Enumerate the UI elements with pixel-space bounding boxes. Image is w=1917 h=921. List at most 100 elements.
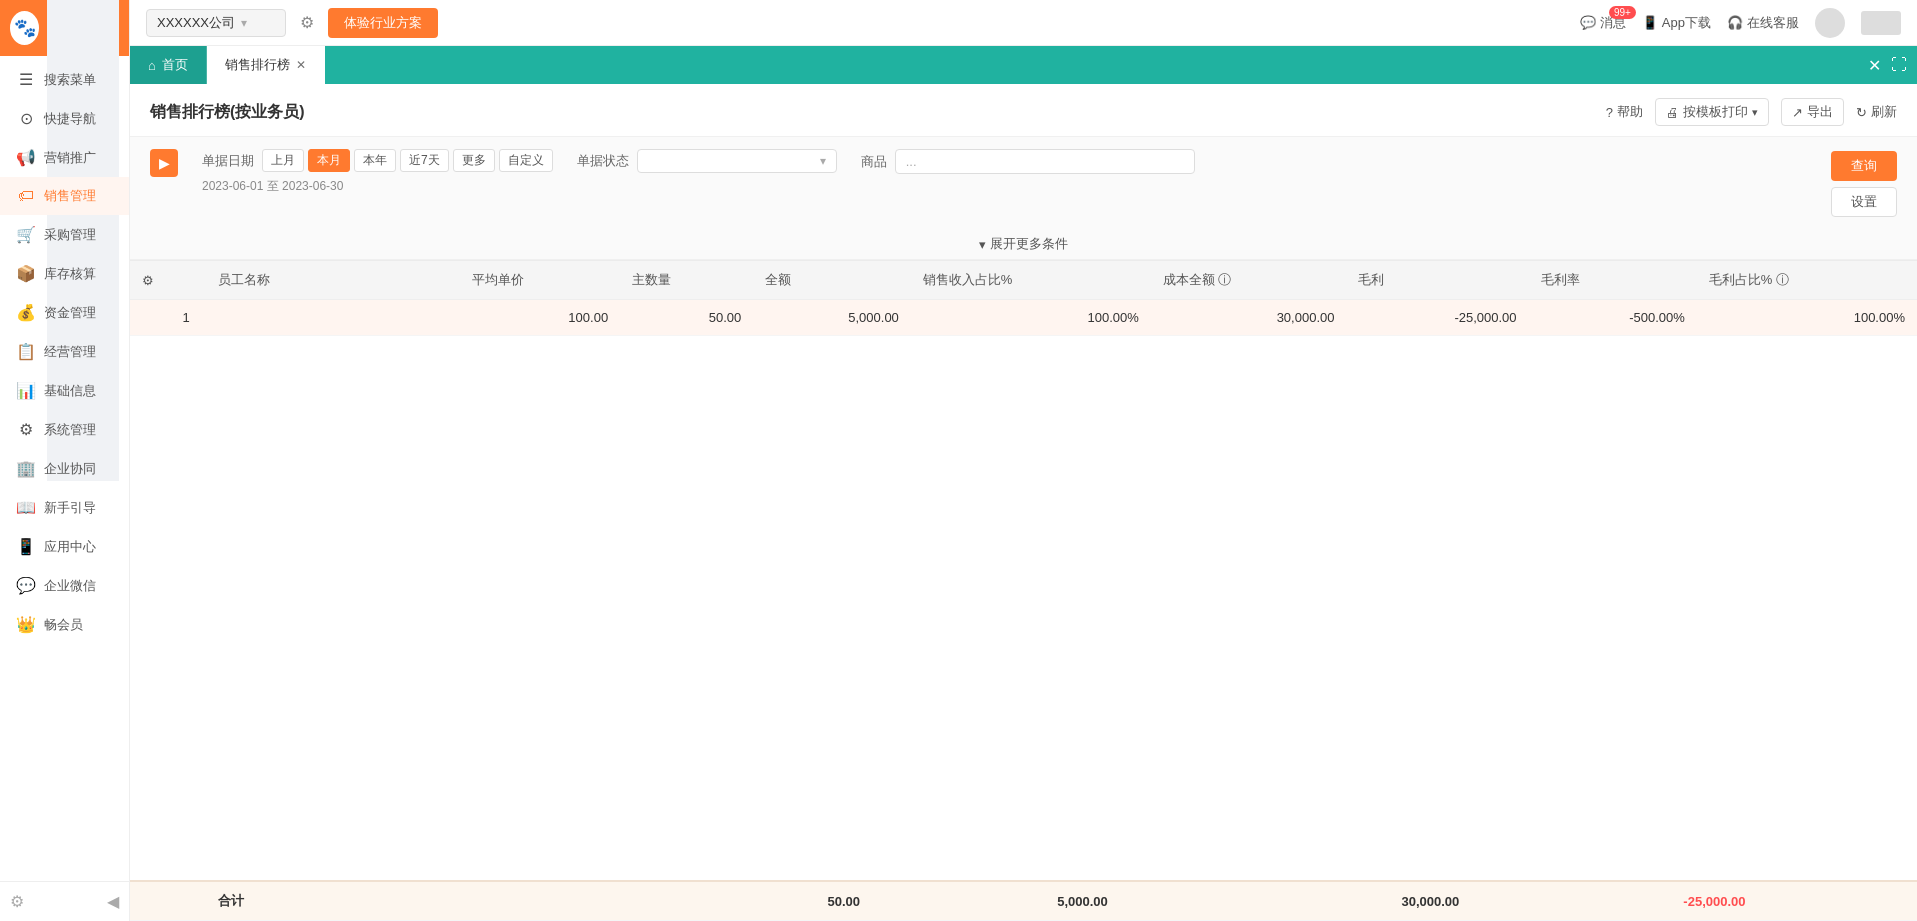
tab-home-label: 首页 [162,56,188,74]
filter-main-row: ▶ 单据日期 上月 本月 本年 近7天 更多 自定义 [130,137,1917,229]
query-button[interactable]: 查询 [1831,151,1897,181]
guide-icon: 📖 [16,498,36,517]
sidebar-item-operations[interactable]: 📋 经营管理 [0,332,129,371]
tab-close-all-icon[interactable]: ✕ [1868,56,1881,75]
cell-cost: 30,000.00 [1151,300,1347,336]
filter-toggle-button[interactable]: ▶ [150,149,178,177]
sidebar-nav: ☰ 搜索菜单 ⊙ 快捷导航 📢 营销推广 🏷 销售管理 🛒 采购管理 📦 库存核… [0,56,129,881]
table-wrapper: ⚙ 员工名称 平均单价 主数量 全额 [130,261,1917,880]
cell-gross-profit: -25,000.00 [1346,300,1528,336]
app-center-icon: 📱 [16,537,36,556]
column-settings-icon[interactable]: ⚙ [142,273,154,288]
online-service-area[interactable]: 🎧 在线客服 [1727,14,1799,32]
page-actions: ? 帮助 🖨 按模板打印 ▾ ↗ 导出 ↻ 刷新 [1606,98,1897,126]
col-header-avg-price: 平均单价 [460,261,621,300]
filter-actions: 查询 设置 [1831,149,1897,217]
goods-input[interactable]: ... [895,149,1195,174]
sidebar-item-finance[interactable]: 💰 资金管理 [0,293,129,332]
date-range-text: 2023-06-01 至 2023-06-30 [202,178,553,195]
sidebar-item-purchase[interactable]: 🛒 采购管理 [0,215,129,254]
marketing-icon: 📢 [16,148,36,167]
home-icon: ⌂ [148,58,156,73]
sidebar-item-quick-nav[interactable]: ⊙ 快捷导航 [0,99,129,138]
refresh-button[interactable]: ↻ 刷新 [1856,103,1897,121]
sidebar-logo: 🐾 畅康通好生意 标准版 [0,0,129,56]
total-amount: 5,000.00 [872,882,1120,921]
cell-gross-pct: 100.00% [1697,300,1917,336]
chevron-down-icon: ▾ [979,237,986,252]
online-service-label: 在线客服 [1747,14,1799,32]
filter-date-inline: 单据日期 上月 本月 本年 近7天 更多 自定义 [202,149,553,172]
col-header-cost: 成本全额 ⓘ [1151,261,1347,300]
page-content: 销售排行榜(按业务员) ? 帮助 🖨 按模板打印 ▾ ↗ 导出 ↻ 刷新 [130,84,1917,921]
export-button[interactable]: ↗ 导出 [1781,98,1844,126]
sidebar-item-label: 营销推广 [44,149,96,167]
sidebar-item-app-center[interactable]: 📱 应用中心 [0,527,129,566]
sidebar-item-wechat[interactable]: 💬 企业微信 [0,566,129,605]
inventory-icon: 📦 [16,264,36,283]
finance-icon: 💰 [16,303,36,322]
col-header-gross-pct: 毛利占比% ⓘ [1697,261,1917,300]
date-btn-last-month[interactable]: 上月 [262,149,304,172]
col-header-quantity: 主数量 [620,261,753,300]
tab-close-icon[interactable]: ✕ [296,58,306,72]
message-area[interactable]: 💬 消息 99+ [1580,14,1626,32]
export-icon: ↗ [1792,105,1803,120]
cell-employee-name [206,300,460,336]
purchase-icon: 🛒 [16,225,36,244]
tab-home[interactable]: ⌂ 首页 [130,46,207,84]
col-header-rank [166,261,206,300]
sidebar-item-system[interactable]: ⚙ 系统管理 [0,410,129,449]
print-button[interactable]: 🖨 按模板打印 ▾ [1655,98,1769,126]
goods-input-placeholder: ... [906,154,917,169]
header-settings-icon[interactable]: ⚙ [300,13,314,32]
filter-status-inline: 单据状态 ▾ [577,149,837,173]
company-selector[interactable]: XXXXXX公司 ▾ [146,9,286,37]
app-download-label: App下载 [1662,14,1711,32]
app-download-area[interactable]: 📱 App下载 [1642,14,1711,32]
member-icon: 👑 [16,615,36,634]
date-btn-this-month[interactable]: 本月 [308,149,350,172]
sidebar-item-search-order[interactable]: ☰ 搜索菜单 [0,60,129,99]
tab-fullscreen-icon[interactable]: ⛶ [1891,56,1907,74]
date-btn-7days[interactable]: 近7天 [400,149,449,172]
sidebar-item-marketing[interactable]: 📢 营销推广 [0,138,129,177]
settings-button[interactable]: 设置 [1831,187,1897,217]
operations-icon: 📋 [16,342,36,361]
total-cost: 30,000.00 [1200,882,1472,921]
total-avg-price [605,882,685,921]
help-button[interactable]: ? 帮助 [1606,103,1643,121]
sidebar-settings-icon[interactable]: ⚙ [10,892,24,911]
total-quantity: 50.00 [684,882,872,921]
sidebar-item-inventory[interactable]: 📦 库存核算 [0,254,129,293]
help-icon: ? [1606,105,1613,120]
sidebar-item-label: 系统管理 [44,421,96,439]
expand-conditions-button[interactable]: ▾ 展开更多条件 [979,235,1068,253]
sales-rank-table: ⚙ 员工名称 平均单价 主数量 全额 [130,261,1917,336]
date-btn-custom[interactable]: 自定义 [499,149,553,172]
sidebar-item-label: 企业协同 [44,460,96,478]
trial-button[interactable]: 体验行业方案 [328,8,438,38]
sidebar-item-member[interactable]: 👑 畅会员 [0,605,129,644]
top-header: XXXXXX公司 ▾ ⚙ 体验行业方案 💬 消息 99+ 📱 App下载 🎧 在… [130,0,1917,46]
date-btn-this-year[interactable]: 本年 [354,149,396,172]
user-avatar[interactable] [1815,8,1845,38]
sidebar-item-sales[interactable]: 🏷 销售管理 [0,177,129,215]
sidebar-item-label: 搜索菜单 [44,71,96,89]
print-chevron-icon: ▾ [1752,106,1758,119]
sales-icon: 🏷 [16,187,36,205]
sidebar-item-label: 新手引导 [44,499,96,517]
status-select[interactable]: ▾ [637,149,837,173]
filter-status-field: 单据状态 ▾ [577,149,837,173]
cell-amount: 5,000.00 [753,300,911,336]
total-table: 合计 50.00 5,000.00 30,000.00 [130,882,1917,921]
tab-sales-rank[interactable]: 销售排行榜 ✕ [207,46,325,84]
chevron-down-icon: ▾ [820,154,826,168]
total-gross-rate [1758,882,1838,921]
col-header-settings[interactable]: ⚙ [130,261,166,300]
date-btn-more[interactable]: 更多 [453,149,495,172]
expand-row: ▾ 展开更多条件 [130,229,1917,260]
sidebar-item-basic-info[interactable]: 📊 基础信息 [0,371,129,410]
cell-sales-pct: 100.00% [911,300,1151,336]
sidebar-collapse-icon[interactable]: ◀ [107,892,119,911]
